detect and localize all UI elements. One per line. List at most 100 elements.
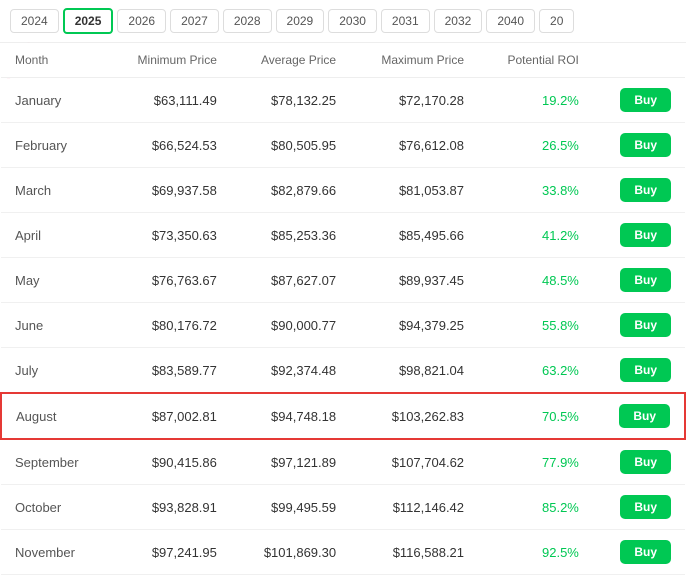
- roi-value: 77.9%: [542, 455, 579, 470]
- roi-cell: 70.5%: [478, 393, 593, 439]
- year-tab-2030[interactable]: 2030: [328, 9, 377, 33]
- min-price-cell: $66,524.53: [107, 123, 231, 168]
- year-tab-2027[interactable]: 2027: [170, 9, 219, 33]
- month-cell: May: [1, 258, 107, 303]
- roi-value: 92.5%: [542, 545, 579, 560]
- column-header-minimum-price: Minimum Price: [107, 43, 231, 78]
- roi-cell: 19.2%: [478, 78, 593, 123]
- year-tab-20[interactable]: 20: [539, 9, 574, 33]
- buy-button[interactable]: Buy: [620, 313, 671, 337]
- year-tab-2029[interactable]: 2029: [276, 9, 325, 33]
- buy-button[interactable]: Buy: [620, 178, 671, 202]
- roi-cell: 77.9%: [478, 439, 593, 485]
- buy-button[interactable]: Buy: [620, 223, 671, 247]
- avg-price-cell: $94,748.18: [231, 393, 350, 439]
- table-row: June$80,176.72$90,000.77$94,379.2555.8%B…: [1, 303, 685, 348]
- roi-cell: 63.2%: [478, 348, 593, 394]
- roi-cell: 55.8%: [478, 303, 593, 348]
- buy-cell: Buy: [593, 123, 685, 168]
- max-price-cell: $72,170.28: [350, 78, 478, 123]
- table-row: January$63,111.49$78,132.25$72,170.28 19.…: [1, 78, 685, 123]
- table-row: July$83,589.77$92,374.48$98,821.0463.2%B…: [1, 348, 685, 394]
- roi-value: 26.5%: [542, 138, 579, 153]
- roi-cell: 33.8%: [478, 168, 593, 213]
- column-header-action: [593, 43, 685, 78]
- main-container: 2024202520262027202820292030203120322040…: [0, 0, 686, 575]
- buy-cell: Buy: [593, 303, 685, 348]
- month-cell: September: [1, 439, 107, 485]
- buy-button[interactable]: Buy: [620, 450, 671, 474]
- roi-value: 70.5%: [542, 409, 579, 424]
- column-header-maximum-price: Maximum Price: [350, 43, 478, 78]
- table-row: February$66,524.53$80,505.95$76,612.0826…: [1, 123, 685, 168]
- avg-price-cell: $90,000.77: [231, 303, 350, 348]
- buy-button[interactable]: Buy: [620, 268, 671, 292]
- buy-cell: Buy: [593, 348, 685, 394]
- max-price-cell: $107,704.62: [350, 439, 478, 485]
- roi-cell: 48.5%: [478, 258, 593, 303]
- roi-value: 33.8%: [542, 183, 579, 198]
- buy-cell: Buy: [593, 168, 685, 213]
- avg-price-cell: $82,879.66: [231, 168, 350, 213]
- min-price-cell: $76,763.67: [107, 258, 231, 303]
- min-price-cell: $73,350.63: [107, 213, 231, 258]
- roi-value: 48.5%: [542, 273, 579, 288]
- max-price-cell: $89,937.45: [350, 258, 478, 303]
- month-cell: January: [1, 78, 107, 123]
- avg-price-cell: $80,505.95: [231, 123, 350, 168]
- table-row: September$90,415.86$97,121.89$107,704.62…: [1, 439, 685, 485]
- year-tab-2025[interactable]: 2025: [63, 8, 114, 34]
- year-tab-2032[interactable]: 2032: [434, 9, 483, 33]
- min-price-cell: $63,111.49: [107, 78, 231, 123]
- table-row: May$76,763.67$87,627.07$89,937.45 48.5% Bu…: [1, 258, 685, 303]
- avg-price-cell: $78,132.25: [231, 78, 350, 123]
- month-cell: April: [1, 213, 107, 258]
- year-tabs: 2024202520262027202820292030203120322040…: [0, 0, 686, 43]
- month-cell: March: [1, 168, 107, 213]
- avg-price-cell: $99,495.59: [231, 485, 350, 530]
- max-price-cell: $85,495.66: [350, 213, 478, 258]
- buy-button[interactable]: Buy: [620, 358, 671, 382]
- min-price-cell: $69,937.58: [107, 168, 231, 213]
- roi-cell: 41.2%: [478, 213, 593, 258]
- min-price-cell: $90,415.86: [107, 439, 231, 485]
- avg-price-cell: $85,253.36: [231, 213, 350, 258]
- avg-price-cell: $87,627.07: [231, 258, 350, 303]
- year-tab-2031[interactable]: 2031: [381, 9, 430, 33]
- max-price-cell: $76,612.08: [350, 123, 478, 168]
- column-header-month: Month: [1, 43, 107, 78]
- buy-button[interactable]: Buy: [619, 404, 670, 428]
- roi-cell: 85.2%: [478, 485, 593, 530]
- roi-value: 19.2%: [542, 93, 579, 108]
- roi-cell: 26.5%: [478, 123, 593, 168]
- buy-button[interactable]: Buy: [620, 88, 671, 112]
- year-tab-2024[interactable]: 2024: [10, 9, 59, 33]
- roi-value: 55.8%: [542, 318, 579, 333]
- max-price-cell: $94,379.25: [350, 303, 478, 348]
- min-price-cell: $87,002.81: [107, 393, 231, 439]
- table-row: October$93,828.91$99,495.59$112,146.4285…: [1, 485, 685, 530]
- table-row: August$87,002.81$94,748.18$103,262.8370.…: [1, 393, 685, 439]
- avg-price-cell: $97,121.89: [231, 439, 350, 485]
- buy-button[interactable]: Buy: [620, 495, 671, 519]
- column-header-potential-roi: Potential ROI: [478, 43, 593, 78]
- table-row: April$73,350.63$85,253.36$85,495.66 41.2%…: [1, 213, 685, 258]
- price-table: MonthMinimum PriceAverage PriceMaximum P…: [0, 43, 686, 575]
- year-tab-2040[interactable]: 2040: [486, 9, 535, 33]
- max-price-cell: $112,146.42: [350, 485, 478, 530]
- roi-value: 41.2%: [542, 228, 579, 243]
- min-price-cell: $83,589.77: [107, 348, 231, 394]
- buy-button[interactable]: Buy: [620, 540, 671, 564]
- roi-value: 85.2%: [542, 500, 579, 515]
- year-tab-2026[interactable]: 2026: [117, 9, 166, 33]
- column-header-average-price: Average Price: [231, 43, 350, 78]
- avg-price-cell: $92,374.48: [231, 348, 350, 394]
- roi-value: 63.2%: [542, 363, 579, 378]
- table-row: March$69,937.58$82,879.66$81,053.8733.8%…: [1, 168, 685, 213]
- buy-cell: Buy: [593, 393, 685, 439]
- buy-cell: Buy: [593, 213, 685, 258]
- year-tab-2028[interactable]: 2028: [223, 9, 272, 33]
- buy-button[interactable]: Buy: [620, 133, 671, 157]
- buy-cell: Buy: [593, 485, 685, 530]
- month-cell: August: [1, 393, 107, 439]
